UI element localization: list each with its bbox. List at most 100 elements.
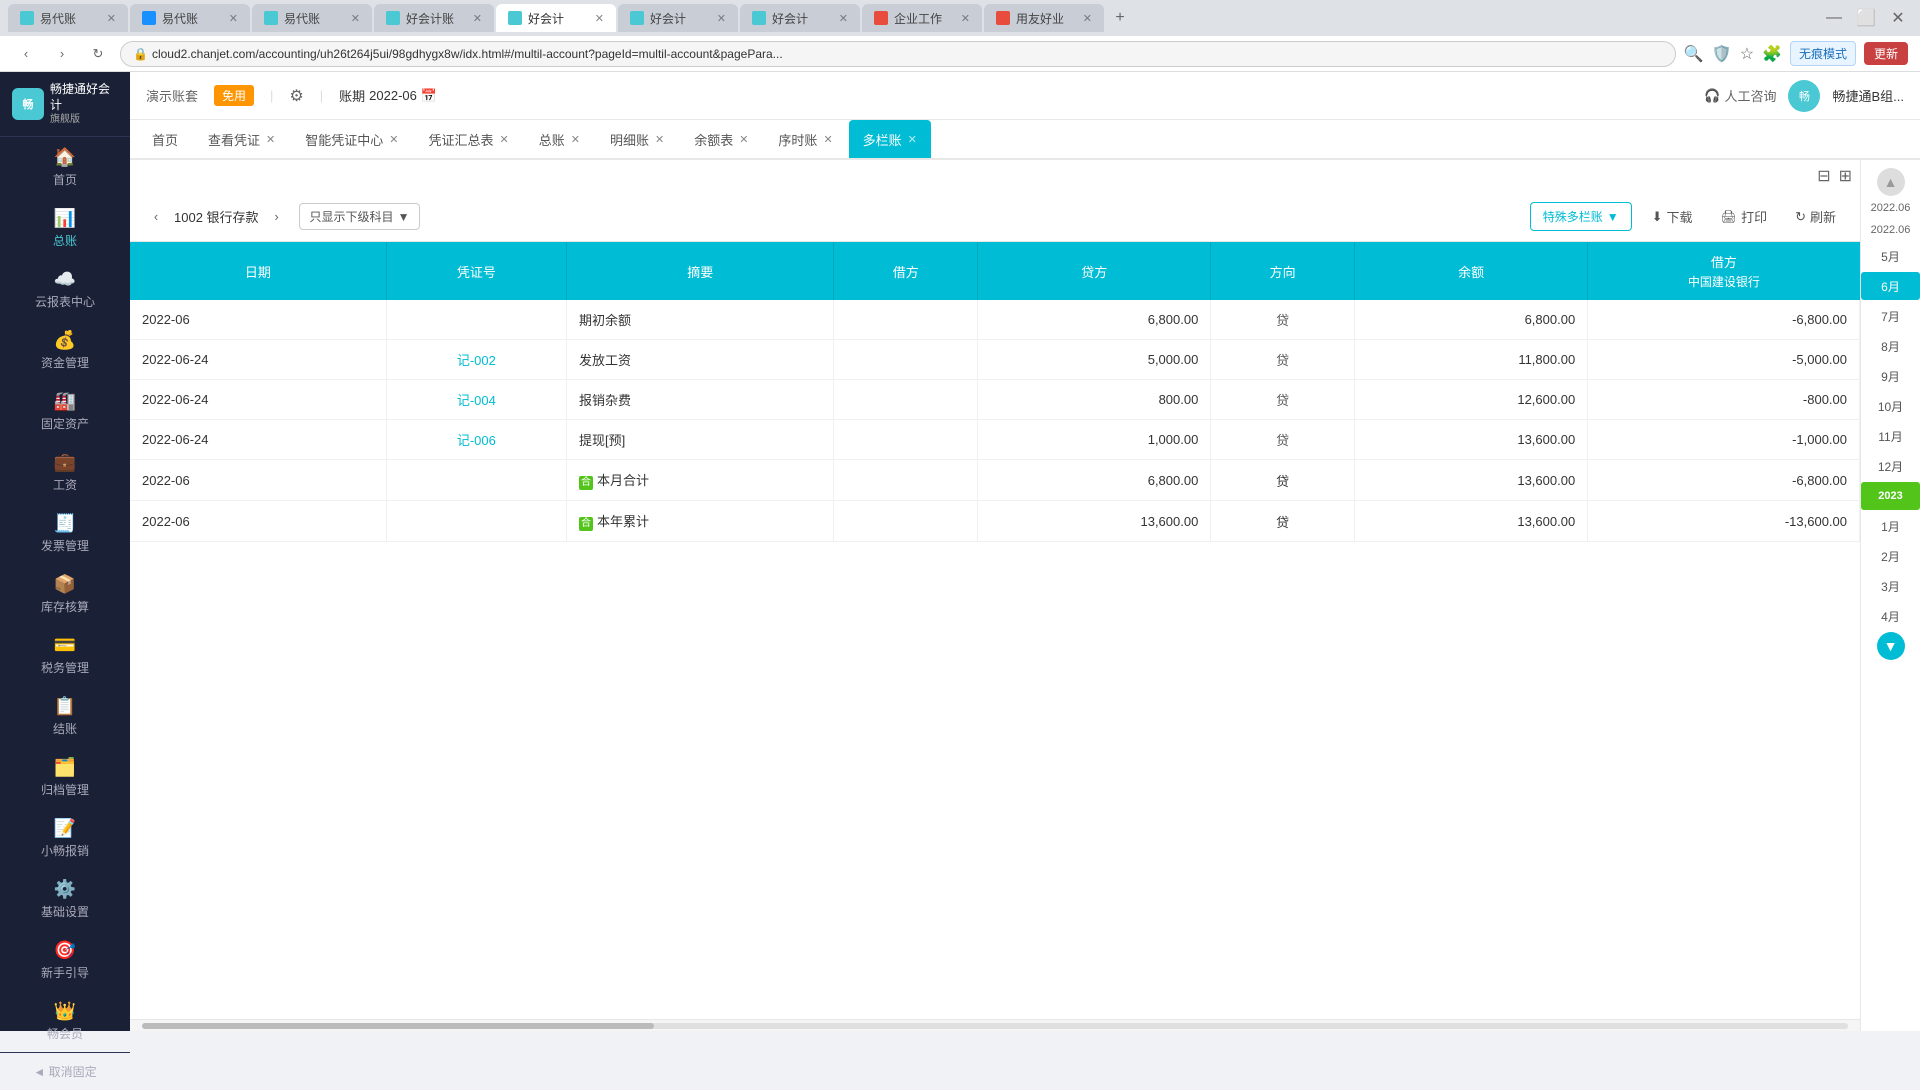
panel-month-mar[interactable]: 3月 bbox=[1861, 572, 1920, 600]
sub-account-filter-button[interactable]: 只显示下级科目 ▼ bbox=[299, 203, 421, 230]
tab-close-2[interactable]: ✕ bbox=[229, 12, 238, 25]
search-icon[interactable]: 🔍 bbox=[1684, 44, 1704, 64]
tab-haohuiji-3[interactable]: 好会计 ✕ bbox=[618, 4, 738, 32]
star-icon[interactable]: ☆ bbox=[1740, 44, 1754, 64]
panel-month-may[interactable]: 5月 bbox=[1861, 242, 1920, 270]
panel-scroll-down-button[interactable]: ▼ bbox=[1877, 632, 1905, 660]
voucher-link[interactable]: 记-002 bbox=[457, 353, 496, 368]
panel-month-june[interactable]: 6月 bbox=[1861, 272, 1920, 300]
download-button[interactable]: ⬇ 下载 bbox=[1644, 202, 1701, 231]
collapse-button[interactable]: ⊟ bbox=[1817, 166, 1830, 186]
expand-button[interactable]: ⊞ bbox=[1839, 166, 1852, 186]
panel-month-july[interactable]: 7月 bbox=[1861, 302, 1920, 330]
sidebar-item-home[interactable]: 🏠 首页 bbox=[0, 137, 130, 198]
nav-tab-close-8[interactable]: ✕ bbox=[908, 133, 917, 146]
nav-tab-general-ledger[interactable]: 总账 ✕ bbox=[525, 120, 594, 158]
tab-haohuiji-2-active[interactable]: 好会计 ✕ bbox=[496, 4, 616, 32]
tab-close-3[interactable]: ✕ bbox=[351, 12, 360, 25]
tab-haohuiji-4[interactable]: 好会计 ✕ bbox=[740, 4, 860, 32]
nav-tab-journal[interactable]: 序时账 ✕ bbox=[764, 120, 846, 158]
tab-close-5[interactable]: ✕ bbox=[595, 12, 604, 25]
calendar-icon[interactable]: 📅 bbox=[421, 88, 437, 104]
panel-scroll-up-button[interactable]: ▲ bbox=[1877, 168, 1905, 196]
close-button[interactable]: ✕ bbox=[1884, 4, 1912, 32]
panel-month-september[interactable]: 9月 bbox=[1861, 362, 1920, 390]
notrack-button[interactable]: 无痕模式 bbox=[1790, 41, 1856, 66]
tab-yonyou[interactable]: 用友好业 ✕ bbox=[984, 4, 1104, 32]
panel-month-feb[interactable]: 2月 bbox=[1861, 542, 1920, 570]
forward-button[interactable]: › bbox=[48, 40, 76, 68]
sidebar-item-closing[interactable]: 📋 结账 bbox=[0, 686, 130, 747]
tab-close-4[interactable]: ✕ bbox=[473, 12, 482, 25]
panel-month-jan[interactable]: 1月 bbox=[1861, 512, 1920, 540]
sidebar-item-invoice[interactable]: 🧾 发票管理 bbox=[0, 503, 130, 564]
tab-close-1[interactable]: ✕ bbox=[107, 12, 116, 25]
panel-month-december[interactable]: 12月 bbox=[1861, 452, 1920, 480]
shield-icon[interactable]: 🛡️ bbox=[1712, 44, 1732, 64]
voucher-link[interactable]: 记-004 bbox=[457, 393, 496, 408]
topbar-settings-icon[interactable]: ⚙ bbox=[289, 86, 303, 106]
panel-month-august[interactable]: 8月 bbox=[1861, 332, 1920, 360]
tab-yidaizhang-3[interactable]: 易代账 ✕ bbox=[252, 4, 372, 32]
sidebar-item-expense[interactable]: 📝 小畅报销 bbox=[0, 808, 130, 869]
nav-tab-close-3[interactable]: ✕ bbox=[500, 133, 509, 146]
account-next-button[interactable]: › bbox=[267, 207, 287, 227]
reload-button[interactable]: ↻ bbox=[84, 40, 112, 68]
nav-tab-detail-ledger[interactable]: 明细账 ✕ bbox=[596, 120, 678, 158]
url-input[interactable]: 🔒 cloud2.chanjet.com/accounting/uh26t264… bbox=[120, 41, 1676, 67]
panel-month-apr[interactable]: 4月 bbox=[1861, 602, 1920, 630]
nav-tab-close-2[interactable]: ✕ bbox=[389, 133, 398, 146]
sidebar-item-archive[interactable]: 🗂️ 归档管理 bbox=[0, 747, 130, 808]
sidebar-item-guide[interactable]: 🎯 新手引导 bbox=[0, 930, 130, 991]
sidebar-item-inventory[interactable]: 📦 库存核算 bbox=[0, 564, 130, 625]
sidebar-item-member[interactable]: 👑 畅会员 bbox=[0, 991, 130, 1052]
nav-tab-close-4[interactable]: ✕ bbox=[571, 133, 580, 146]
nav-tab-close-5[interactable]: ✕ bbox=[655, 133, 664, 146]
horizontal-scrollbar[interactable] bbox=[130, 1019, 1860, 1031]
update-button[interactable]: 更新 bbox=[1864, 42, 1908, 65]
tab-yidaizhang-2[interactable]: 易代账 ✕ bbox=[130, 4, 250, 32]
sidebar-item-cloud-reports[interactable]: ☁️ 云报表中心 bbox=[0, 259, 130, 320]
tab-enterprise[interactable]: 企业工作 ✕ bbox=[862, 4, 982, 32]
nav-tab-balance[interactable]: 余额表 ✕ bbox=[680, 120, 762, 158]
tab-close-6[interactable]: ✕ bbox=[717, 12, 726, 25]
extensions-icon[interactable]: 🧩 bbox=[1762, 44, 1782, 64]
tab-close-8[interactable]: ✕ bbox=[961, 12, 970, 25]
nav-tab-smart-voucher[interactable]: 智能凭证中心 ✕ bbox=[291, 120, 412, 158]
sidebar-item-settings[interactable]: ⚙️ 基础设置 bbox=[0, 869, 130, 930]
tab-close-9[interactable]: ✕ bbox=[1083, 12, 1092, 25]
nav-tab-close-7[interactable]: ✕ bbox=[823, 133, 832, 146]
tab-haohuiji-1[interactable]: 好会计账 ✕ bbox=[374, 4, 494, 32]
back-button[interactable]: ‹ bbox=[12, 40, 40, 68]
sidebar-item-funds[interactable]: 💰 资金管理 bbox=[0, 320, 130, 381]
new-tab-button[interactable]: + bbox=[1106, 4, 1134, 32]
minimize-button[interactable]: — bbox=[1820, 4, 1848, 32]
sidebar-item-tax[interactable]: 💳 税务管理 bbox=[0, 625, 130, 686]
maximize-button[interactable]: ⬜ bbox=[1852, 4, 1880, 32]
tab-close-7[interactable]: ✕ bbox=[839, 12, 848, 25]
nav-tab-home[interactable]: 首页 bbox=[138, 120, 192, 158]
nav-tab-close-6[interactable]: ✕ bbox=[739, 133, 748, 146]
cell-voucher[interactable]: 记-004 bbox=[386, 380, 566, 420]
panel-month-october[interactable]: 10月 bbox=[1861, 392, 1920, 420]
nav-tab-multi-column[interactable]: 多栏账 ✕ bbox=[849, 120, 931, 158]
sidebar-item-fixed-assets[interactable]: 🏭 固定资产 bbox=[0, 381, 130, 442]
refresh-button[interactable]: ↻ 刷新 bbox=[1787, 202, 1844, 231]
consult-button[interactable]: 🎧 人工咨询 bbox=[1704, 86, 1776, 105]
unfix-sidebar-button[interactable]: ◄ 取消固定 bbox=[0, 1053, 130, 1090]
panel-month-november[interactable]: 11月 bbox=[1861, 422, 1920, 450]
sidebar-item-ledger[interactable]: 📊 总账 bbox=[0, 198, 130, 259]
voucher-link[interactable]: 记-006 bbox=[457, 433, 496, 448]
tab-yidaizhang-1[interactable]: 易代账 ✕ bbox=[8, 4, 128, 32]
user-avatar[interactable]: 畅 bbox=[1788, 80, 1820, 112]
print-button[interactable]: 🖨 打印 bbox=[1713, 202, 1776, 231]
cell-voucher[interactable]: 记-002 bbox=[386, 340, 566, 380]
nav-tab-voucher-summary[interactable]: 凭证汇总表 ✕ bbox=[414, 120, 522, 158]
nav-tab-close-1[interactable]: ✕ bbox=[266, 133, 275, 146]
nav-tab-view-voucher[interactable]: 查看凭证 ✕ bbox=[194, 120, 289, 158]
cell-voucher[interactable]: 记-006 bbox=[386, 420, 566, 460]
special-multi-column-button[interactable]: 特殊多栏账 ▼ bbox=[1530, 202, 1632, 231]
account-prev-button[interactable]: ‹ bbox=[146, 207, 166, 227]
scrollbar-thumb[interactable] bbox=[142, 1023, 654, 1029]
sidebar-item-payroll[interactable]: 💼 工资 bbox=[0, 442, 130, 503]
